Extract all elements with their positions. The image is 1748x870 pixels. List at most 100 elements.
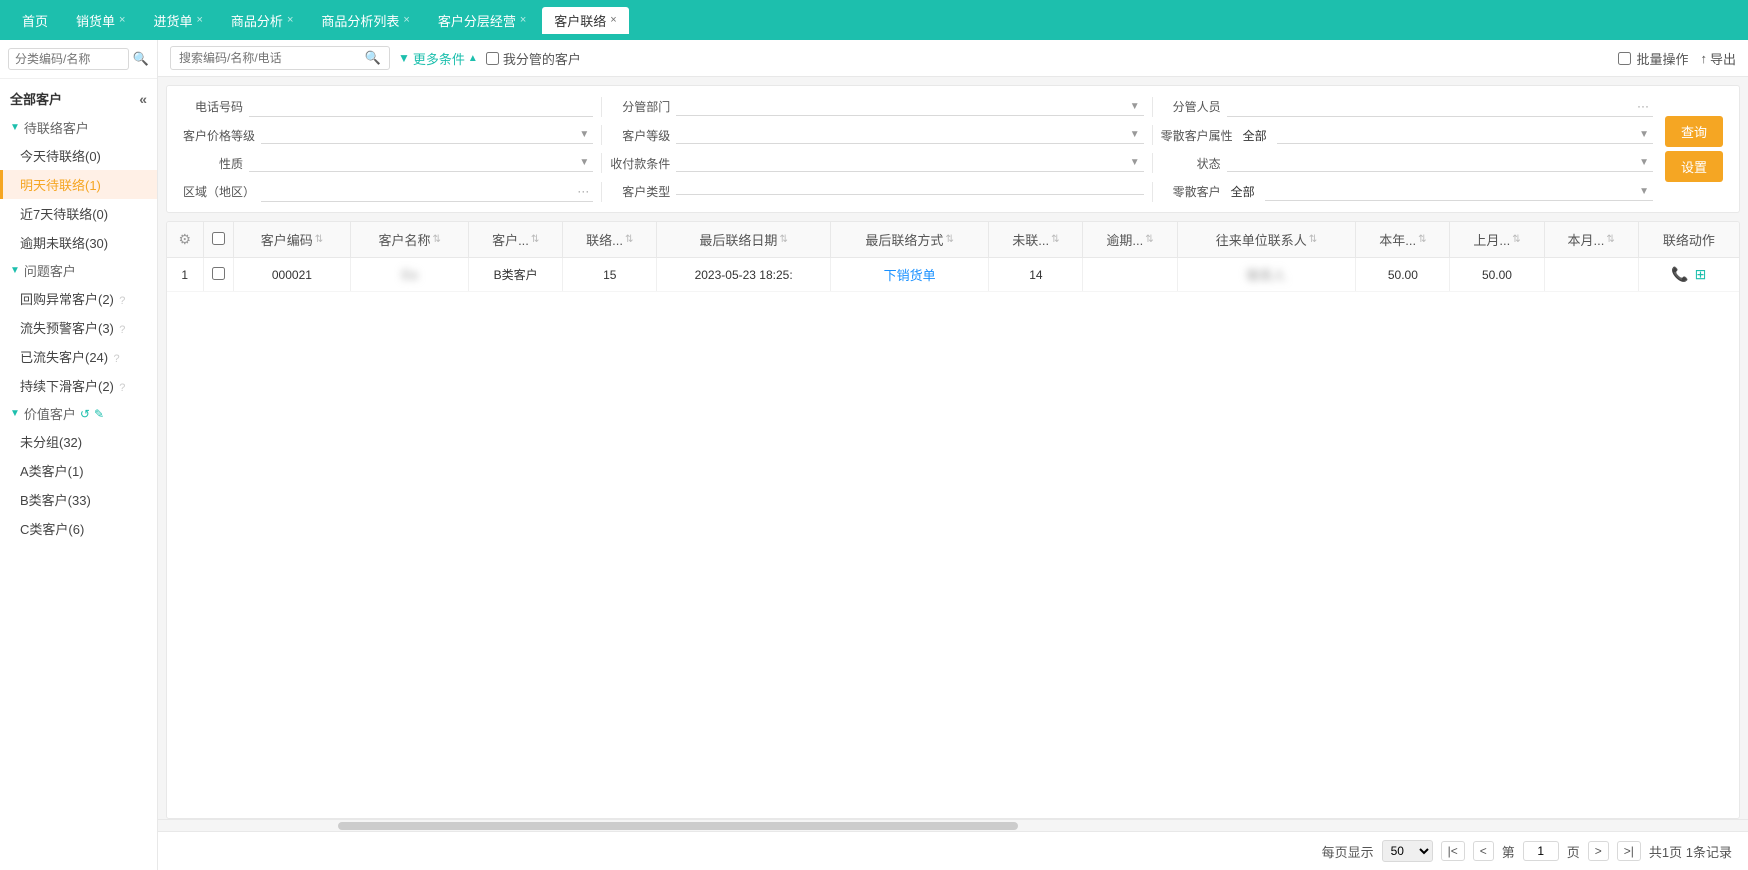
chevron-down-icon: ▼: [1639, 186, 1649, 197]
sidebar-search-icon[interactable]: 🔍: [133, 51, 149, 67]
retail-customer-select[interactable]: ▼: [1265, 183, 1653, 201]
more-conditions-button[interactable]: ▼ 更多条件 ▲: [398, 49, 478, 68]
search-input[interactable]: [179, 51, 361, 65]
sort-icon[interactable]: ⇅: [625, 234, 633, 245]
close-icon[interactable]: ×: [196, 14, 202, 26]
filter-price-level: 客户价格等级 ▼: [183, 126, 593, 144]
cell-last-contact-date: 2023-05-23 18:25:: [657, 258, 831, 292]
close-icon[interactable]: ×: [610, 14, 616, 26]
sort-icon[interactable]: ⇅: [433, 234, 441, 245]
gender-label: 性质: [183, 155, 243, 172]
first-page-button[interactable]: |<: [1441, 841, 1465, 861]
nav-tab-purchase[interactable]: 进货单 ×: [141, 7, 214, 34]
sort-icon[interactable]: ⇅: [945, 234, 953, 245]
help-icon[interactable]: ?: [119, 324, 125, 336]
sidebar-item-tomorrow-pending[interactable]: 明天待联络(1): [0, 170, 157, 199]
help-icon[interactable]: ?: [113, 353, 119, 365]
phone-input[interactable]: [249, 96, 593, 117]
next-page-button[interactable]: >: [1588, 841, 1609, 861]
customer-type-select[interactable]: [676, 188, 1143, 195]
sidebar-item-churn-warning[interactable]: 流失预警客户(3) ?: [0, 313, 157, 342]
batch-check[interactable]: [1618, 52, 1631, 65]
scrollbar-thumb[interactable]: [338, 822, 1018, 830]
my-customers-check[interactable]: [486, 52, 499, 65]
per-page-select[interactable]: 50 100 200: [1382, 840, 1433, 862]
price-level-select[interactable]: ▼: [261, 126, 593, 144]
last-contact-method-link[interactable]: 下销货单: [884, 268, 936, 283]
last-page-button[interactable]: >|: [1617, 841, 1641, 861]
filter-manager: 分管人员 ···: [1161, 96, 1653, 117]
help-icon[interactable]: ?: [119, 295, 125, 307]
nav-home[interactable]: 首页: [10, 7, 60, 34]
cell-customer-type: B类客户: [469, 258, 563, 292]
select-all-checkbox[interactable]: [212, 232, 225, 245]
sort-icon[interactable]: ⇅: [1145, 234, 1153, 245]
sidebar-item-b-class[interactable]: B类客户(33): [0, 485, 157, 514]
sort-icon[interactable]: ⇅: [1606, 234, 1614, 245]
sort-icon[interactable]: ⇅: [1512, 234, 1520, 245]
sidebar-section-problem[interactable]: 问题客户: [0, 257, 157, 284]
batch-operation-button[interactable]: 批量操作: [1618, 49, 1688, 68]
cell-last-month: 50.00: [1450, 258, 1544, 292]
sidebar-item-overdue-pending[interactable]: 逾期未联络(30): [0, 228, 157, 257]
edit-icon[interactable]: ✎: [94, 407, 104, 421]
sort-icon[interactable]: ⇅: [531, 234, 539, 245]
sidebar-item-ungrouped[interactable]: 未分组(32): [0, 427, 157, 456]
sidebar-item-churned[interactable]: 已流失客户(24) ?: [0, 342, 157, 371]
sidebar-all-customers[interactable]: 全部客户 «: [0, 83, 157, 114]
status-select[interactable]: ▼: [1227, 154, 1653, 172]
nav-tab-customer-tier[interactable]: 客户分层经营 ×: [426, 7, 538, 34]
prev-page-button[interactable]: <: [1473, 841, 1494, 861]
sidebar-item-today-pending[interactable]: 今天待联络(0): [0, 141, 157, 170]
chevron-down-icon: ▼: [1130, 101, 1140, 112]
filter-customer-type: 客户类型: [610, 183, 1143, 200]
settings-button[interactable]: 设置: [1665, 151, 1723, 182]
sort-icon[interactable]: ⇅: [1051, 234, 1059, 245]
sidebar-section-value[interactable]: 价值客户 ↺ ✎: [0, 400, 157, 427]
my-customers-checkbox[interactable]: 我分管的客户: [486, 49, 581, 68]
retail-attr-select[interactable]: ▼: [1277, 126, 1653, 144]
close-icon[interactable]: ×: [119, 14, 125, 26]
row-checkbox[interactable]: [212, 267, 225, 280]
export-button[interactable]: ↑ 导出: [1700, 49, 1736, 68]
manager-select[interactable]: ···: [1227, 96, 1653, 117]
refresh-icon[interactable]: ↺: [80, 407, 90, 421]
nav-tab-sales[interactable]: 销货单 ×: [64, 7, 137, 34]
payment-select[interactable]: ▼: [676, 154, 1143, 172]
sort-icon[interactable]: ⇅: [779, 234, 787, 245]
divider: [601, 153, 602, 173]
close-icon[interactable]: ×: [403, 14, 409, 26]
help-icon[interactable]: ?: [119, 382, 125, 394]
collapse-icon[interactable]: «: [139, 91, 147, 107]
sort-icon[interactable]: ⇅: [1418, 234, 1426, 245]
sidebar-item-c-class[interactable]: C类客户(6): [0, 514, 157, 543]
gender-select[interactable]: ▼: [249, 154, 593, 172]
query-button[interactable]: 查询: [1665, 116, 1723, 147]
filter-gender: 性质 ▼: [183, 154, 593, 172]
nav-tab-product-analysis[interactable]: 商品分析 ×: [219, 7, 305, 34]
sidebar-item-a-class[interactable]: A类客户(1): [0, 456, 157, 485]
sidebar-section-pending[interactable]: 待联络客户: [0, 114, 157, 141]
manager-label: 分管人员: [1161, 98, 1221, 115]
close-icon[interactable]: ×: [287, 14, 293, 26]
horizontal-scrollbar[interactable]: [158, 819, 1748, 831]
customer-level-select[interactable]: ▼: [676, 126, 1143, 144]
ellipsis-icon[interactable]: ···: [577, 184, 589, 198]
page-input[interactable]: [1523, 841, 1559, 861]
column-settings-icon[interactable]: ⚙: [178, 231, 191, 247]
close-icon[interactable]: ×: [520, 14, 526, 26]
phone-action-icon[interactable]: 📞: [1671, 266, 1688, 283]
sort-icon[interactable]: ⇅: [1309, 234, 1317, 245]
grid-action-icon[interactable]: ⊞: [1695, 266, 1707, 283]
nav-tab-customer-contact[interactable]: 客户联络 ×: [542, 7, 628, 34]
sidebar-item-declining[interactable]: 持续下滑客户(2) ?: [0, 371, 157, 400]
sidebar-search-input[interactable]: [8, 48, 129, 70]
sort-icon[interactable]: ⇅: [315, 234, 323, 245]
region-select[interactable]: ···: [261, 181, 593, 202]
search-icon[interactable]: 🔍: [365, 50, 381, 66]
sidebar-item-7day-pending[interactable]: 近7天待联络(0): [0, 199, 157, 228]
sidebar-item-repurchase-abnormal[interactable]: 回购异常客户(2) ?: [0, 284, 157, 313]
ellipsis-icon[interactable]: ···: [1637, 99, 1649, 113]
nav-tab-product-analysis-list[interactable]: 商品分析列表 ×: [309, 7, 421, 34]
dept-select[interactable]: ▼: [676, 98, 1143, 116]
